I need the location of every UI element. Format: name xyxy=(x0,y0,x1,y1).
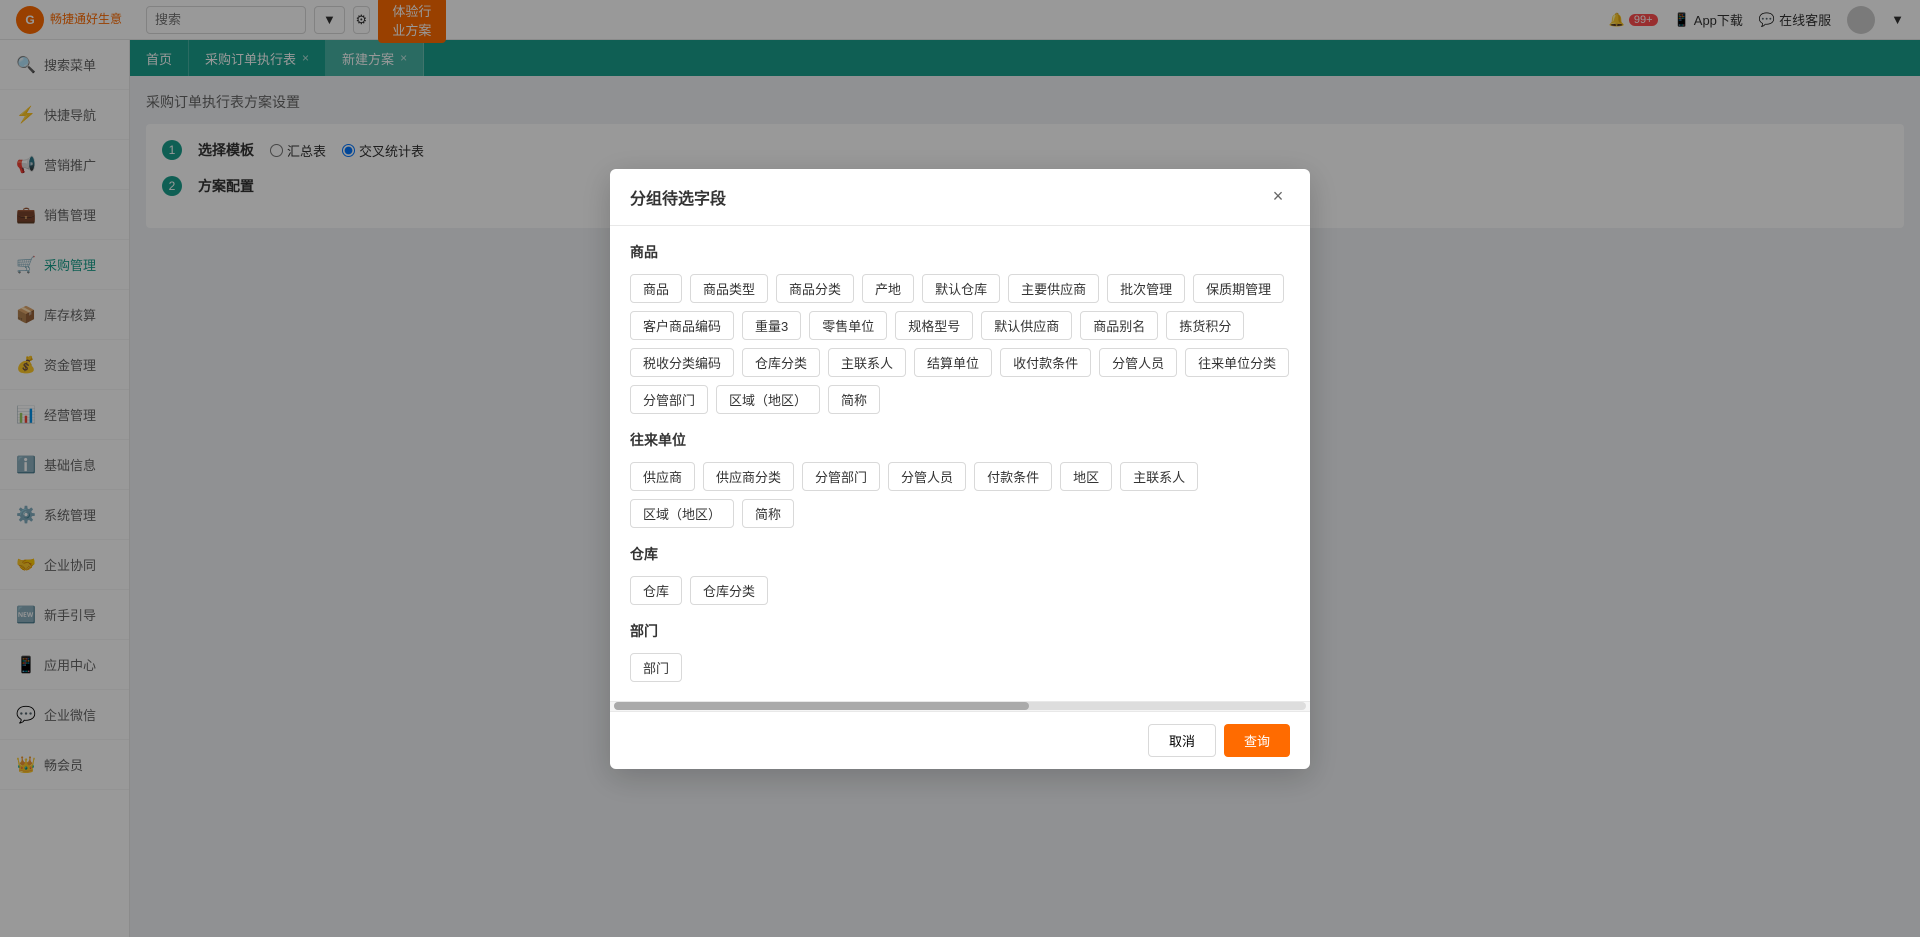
chip-product-2[interactable]: 商品分类 xyxy=(776,274,854,303)
chip-product-0[interactable]: 商品 xyxy=(630,274,682,303)
chip-partner-1[interactable]: 供应商分类 xyxy=(703,462,794,491)
group-title-dept: 部门 xyxy=(630,621,1290,641)
confirm-button[interactable]: 查询 xyxy=(1224,724,1290,757)
chip-partner-6[interactable]: 主联系人 xyxy=(1120,462,1198,491)
modal-scroll-bottom xyxy=(610,701,1310,711)
field-chips-warehouse: 仓库 仓库分类 xyxy=(630,576,1290,605)
chip-product-3[interactable]: 产地 xyxy=(862,274,914,303)
chip-product-20[interactable]: 分管人员 xyxy=(1099,348,1177,377)
modal-dialog: 分组待选字段 × 商品 商品 商品类型 商品分类 产地 默认仓库 主要供应商 批… xyxy=(610,169,1310,769)
chip-dept-0[interactable]: 部门 xyxy=(630,653,682,682)
horizontal-scrollbar[interactable] xyxy=(614,702,1306,710)
cancel-button[interactable]: 取消 xyxy=(1148,724,1216,757)
chip-product-16[interactable]: 仓库分类 xyxy=(742,348,820,377)
chip-product-19[interactable]: 收付款条件 xyxy=(1000,348,1091,377)
chip-product-24[interactable]: 简称 xyxy=(828,385,880,414)
chip-product-7[interactable]: 保质期管理 xyxy=(1193,274,1284,303)
group-title-warehouse: 仓库 xyxy=(630,544,1290,564)
chip-partner-8[interactable]: 简称 xyxy=(742,499,794,528)
chip-product-23[interactable]: 区域（地区） xyxy=(716,385,820,414)
chip-product-22[interactable]: 分管部门 xyxy=(630,385,708,414)
modal-title: 分组待选字段 xyxy=(630,185,726,209)
group-title-product: 商品 xyxy=(630,242,1290,262)
field-chips-dept: 部门 xyxy=(630,653,1290,682)
chip-product-6[interactable]: 批次管理 xyxy=(1107,274,1185,303)
group-title-partner: 往来单位 xyxy=(630,430,1290,450)
modal-body: 商品 商品 商品类型 商品分类 产地 默认仓库 主要供应商 批次管理 保质期管理… xyxy=(610,226,1310,701)
chip-product-11[interactable]: 规格型号 xyxy=(895,311,973,340)
chip-product-4[interactable]: 默认仓库 xyxy=(922,274,1000,303)
field-chips-product: 商品 商品类型 商品分类 产地 默认仓库 主要供应商 批次管理 保质期管理 客户… xyxy=(630,274,1290,414)
chip-partner-0[interactable]: 供应商 xyxy=(630,462,695,491)
chip-partner-4[interactable]: 付款条件 xyxy=(974,462,1052,491)
modal-header: 分组待选字段 × xyxy=(610,169,1310,226)
chip-product-14[interactable]: 拣货积分 xyxy=(1166,311,1244,340)
modal-close-button[interactable]: × xyxy=(1266,185,1290,209)
chip-product-9[interactable]: 重量3 xyxy=(742,311,801,340)
chip-product-1[interactable]: 商品类型 xyxy=(690,274,768,303)
chip-product-12[interactable]: 默认供应商 xyxy=(981,311,1072,340)
chip-product-13[interactable]: 商品别名 xyxy=(1080,311,1158,340)
chip-product-17[interactable]: 主联系人 xyxy=(828,348,906,377)
chip-product-5[interactable]: 主要供应商 xyxy=(1008,274,1099,303)
chip-partner-5[interactable]: 地区 xyxy=(1060,462,1112,491)
chip-partner-7[interactable]: 区域（地区） xyxy=(630,499,734,528)
chip-product-15[interactable]: 税收分类编码 xyxy=(630,348,734,377)
field-chips-partner: 供应商 供应商分类 分管部门 分管人员 付款条件 地区 主联系人 区域（地区） … xyxy=(630,462,1290,528)
chip-product-18[interactable]: 结算单位 xyxy=(914,348,992,377)
horizontal-scrollbar-thumb xyxy=(614,702,1029,710)
chip-warehouse-1[interactable]: 仓库分类 xyxy=(690,576,768,605)
chip-partner-3[interactable]: 分管人员 xyxy=(888,462,966,491)
modal-footer: 取消 查询 xyxy=(610,711,1310,769)
chip-warehouse-0[interactable]: 仓库 xyxy=(630,576,682,605)
modal-overlay: 分组待选字段 × 商品 商品 商品类型 商品分类 产地 默认仓库 主要供应商 批… xyxy=(0,0,1920,937)
chip-partner-2[interactable]: 分管部门 xyxy=(802,462,880,491)
chip-product-21[interactable]: 往来单位分类 xyxy=(1185,348,1289,377)
chip-product-10[interactable]: 零售单位 xyxy=(809,311,887,340)
chip-product-8[interactable]: 客户商品编码 xyxy=(630,311,734,340)
